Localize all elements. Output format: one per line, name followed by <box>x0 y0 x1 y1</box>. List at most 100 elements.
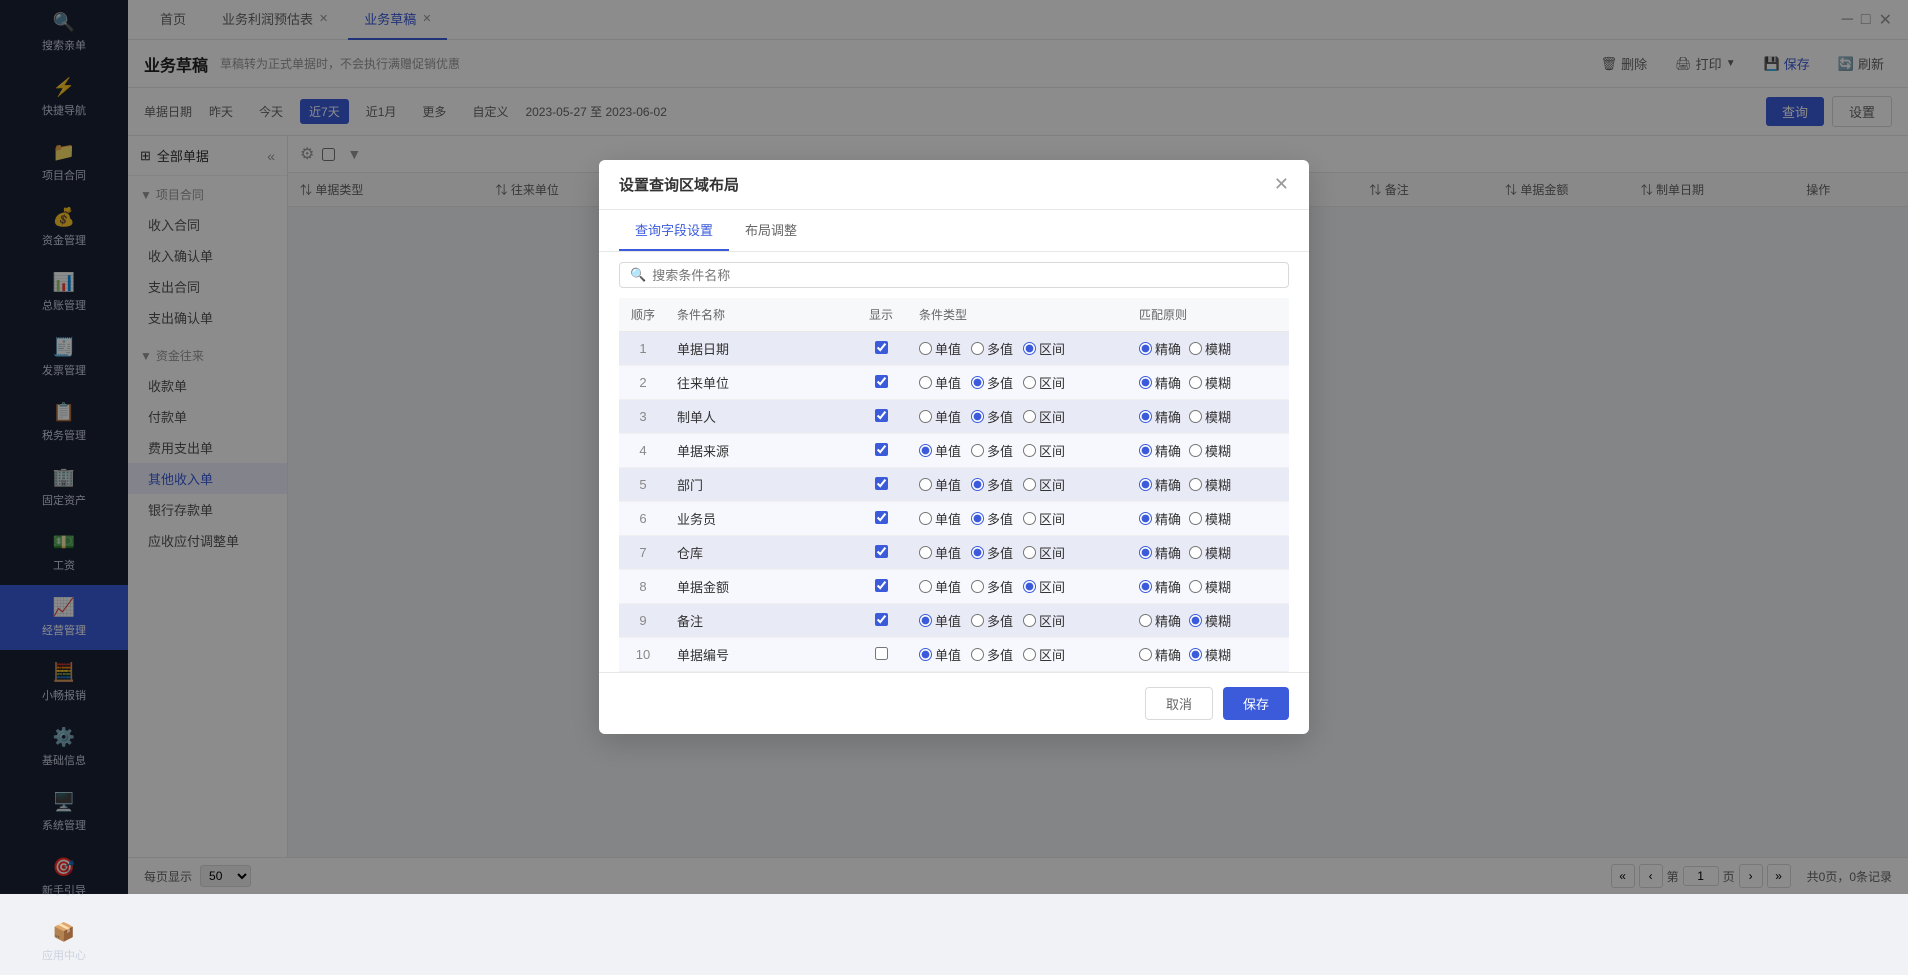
match-radio[interactable] <box>1139 512 1152 525</box>
type-radio[interactable] <box>1023 614 1036 627</box>
match-radio-label[interactable]: 精确 <box>1139 543 1181 562</box>
cancel-button[interactable]: 取消 <box>1145 687 1213 720</box>
match-radio[interactable] <box>1189 546 1202 559</box>
match-radio[interactable] <box>1189 410 1202 423</box>
modal-tab-query[interactable]: 查询字段设置 <box>619 210 729 251</box>
save-button[interactable]: 保存 <box>1223 687 1289 720</box>
type-radio-label[interactable]: 单值 <box>919 475 961 494</box>
type-radio[interactable] <box>971 512 984 525</box>
match-radio-label[interactable]: 精确 <box>1139 407 1181 426</box>
type-radio-label[interactable]: 多值 <box>971 543 1013 562</box>
match-radio[interactable] <box>1139 580 1152 593</box>
modal-tab-layout[interactable]: 布局调整 <box>729 210 813 251</box>
type-radio[interactable] <box>919 614 932 627</box>
type-radio[interactable] <box>919 580 932 593</box>
match-radio[interactable] <box>1139 648 1152 661</box>
type-radio-label[interactable]: 单值 <box>919 509 961 528</box>
type-radio[interactable] <box>919 512 932 525</box>
match-radio-label[interactable]: 模糊 <box>1189 441 1231 460</box>
type-radio-label[interactable]: 区间 <box>1023 577 1065 596</box>
match-radio-label[interactable]: 模糊 <box>1189 577 1231 596</box>
match-radio-label[interactable]: 模糊 <box>1189 339 1231 358</box>
type-radio-label[interactable]: 单值 <box>919 543 961 562</box>
type-radio[interactable] <box>971 376 984 389</box>
type-radio-label[interactable]: 单值 <box>919 373 961 392</box>
match-radio[interactable] <box>1139 614 1152 627</box>
type-radio-label[interactable]: 区间 <box>1023 645 1065 664</box>
match-radio[interactable] <box>1189 648 1202 661</box>
type-radio[interactable] <box>919 410 932 423</box>
match-radio[interactable] <box>1189 478 1202 491</box>
show-checkbox[interactable] <box>875 579 888 592</box>
type-radio[interactable] <box>919 376 932 389</box>
type-radio[interactable] <box>919 546 932 559</box>
match-radio[interactable] <box>1139 376 1152 389</box>
type-radio-label[interactable]: 多值 <box>971 407 1013 426</box>
show-checkbox[interactable] <box>875 341 888 354</box>
match-radio-label[interactable]: 精确 <box>1139 577 1181 596</box>
type-radio[interactable] <box>971 342 984 355</box>
sidebar-item-appstore[interactable]: 📦 应用中心 <box>0 910 128 975</box>
type-radio[interactable] <box>1023 512 1036 525</box>
type-radio-label[interactable]: 区间 <box>1023 339 1065 358</box>
match-radio-label[interactable]: 精确 <box>1139 339 1181 358</box>
type-radio-label[interactable]: 区间 <box>1023 373 1065 392</box>
match-radio[interactable] <box>1139 410 1152 423</box>
type-radio[interactable] <box>971 614 984 627</box>
type-radio-label[interactable]: 单值 <box>919 339 961 358</box>
show-checkbox[interactable] <box>875 511 888 524</box>
type-radio[interactable] <box>971 444 984 457</box>
type-radio[interactable] <box>1023 444 1036 457</box>
type-radio[interactable] <box>1023 342 1036 355</box>
match-radio-label[interactable]: 模糊 <box>1189 475 1231 494</box>
type-radio[interactable] <box>1023 478 1036 491</box>
show-checkbox[interactable] <box>875 375 888 388</box>
type-radio-label[interactable]: 多值 <box>971 441 1013 460</box>
type-radio-label[interactable]: 单值 <box>919 645 961 664</box>
type-radio[interactable] <box>919 648 932 661</box>
match-radio[interactable] <box>1139 546 1152 559</box>
type-radio-label[interactable]: 多值 <box>971 509 1013 528</box>
show-checkbox[interactable] <box>875 443 888 456</box>
type-radio[interactable] <box>1023 546 1036 559</box>
match-radio[interactable] <box>1139 444 1152 457</box>
type-radio[interactable] <box>919 444 932 457</box>
modal-search-input[interactable] <box>652 268 852 283</box>
match-radio[interactable] <box>1189 512 1202 525</box>
match-radio-label[interactable]: 模糊 <box>1189 611 1231 630</box>
type-radio-label[interactable]: 区间 <box>1023 509 1065 528</box>
type-radio[interactable] <box>1023 580 1036 593</box>
show-checkbox[interactable] <box>875 477 888 490</box>
type-radio-label[interactable]: 多值 <box>971 645 1013 664</box>
type-radio[interactable] <box>971 580 984 593</box>
type-radio-label[interactable]: 区间 <box>1023 611 1065 630</box>
type-radio[interactable] <box>971 478 984 491</box>
type-radio[interactable] <box>971 546 984 559</box>
type-radio[interactable] <box>971 410 984 423</box>
match-radio-label[interactable]: 模糊 <box>1189 543 1231 562</box>
match-radio-label[interactable]: 精确 <box>1139 645 1181 664</box>
type-radio-label[interactable]: 区间 <box>1023 407 1065 426</box>
type-radio[interactable] <box>1023 648 1036 661</box>
type-radio-label[interactable]: 多值 <box>971 373 1013 392</box>
match-radio[interactable] <box>1139 342 1152 355</box>
match-radio-label[interactable]: 模糊 <box>1189 645 1231 664</box>
type-radio-label[interactable]: 单值 <box>919 611 961 630</box>
match-radio[interactable] <box>1189 444 1202 457</box>
match-radio-label[interactable]: 精确 <box>1139 509 1181 528</box>
match-radio[interactable] <box>1139 478 1152 491</box>
type-radio-label[interactable]: 多值 <box>971 339 1013 358</box>
type-radio[interactable] <box>919 342 932 355</box>
type-radio-label[interactable]: 多值 <box>971 577 1013 596</box>
match-radio-label[interactable]: 模糊 <box>1189 509 1231 528</box>
match-radio-label[interactable]: 精确 <box>1139 611 1181 630</box>
type-radio[interactable] <box>919 478 932 491</box>
match-radio[interactable] <box>1189 614 1202 627</box>
type-radio-label[interactable]: 区间 <box>1023 441 1065 460</box>
modal-close-btn[interactable]: ✕ <box>1274 174 1289 195</box>
type-radio[interactable] <box>1023 410 1036 423</box>
type-radio-label[interactable]: 多值 <box>971 611 1013 630</box>
show-checkbox[interactable] <box>875 647 888 660</box>
type-radio-label[interactable]: 区间 <box>1023 543 1065 562</box>
show-checkbox[interactable] <box>875 409 888 422</box>
